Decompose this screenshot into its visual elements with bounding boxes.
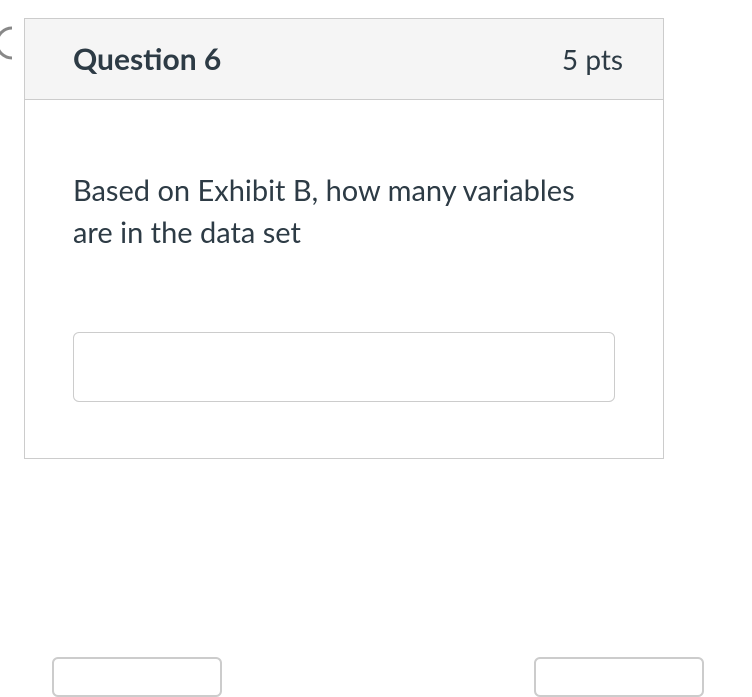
question-marker-icon [0, 26, 12, 60]
question-body: Based on Exhibit B, how many variables a… [25, 100, 663, 458]
question-points: 5 pts [562, 42, 623, 76]
question-prompt: Based on Exhibit B, how many variables a… [73, 170, 615, 254]
answer-input[interactable] [73, 332, 615, 402]
bottom-edge [0, 653, 752, 667]
next-button-edge [534, 657, 704, 697]
question-title: Question 6 [73, 41, 221, 77]
question-header: Question 6 5 pts [25, 19, 663, 100]
prev-button-edge [52, 657, 222, 697]
question-card: Question 6 5 pts Based on Exhibit B, how… [24, 18, 664, 459]
